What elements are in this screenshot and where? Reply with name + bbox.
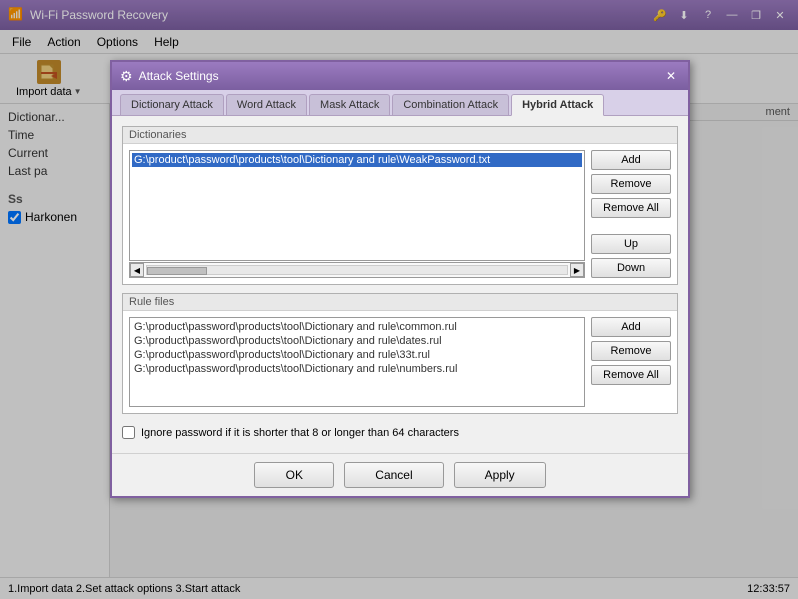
scroll-left-btn[interactable]: ◀: [130, 263, 144, 277]
dict-remove-btn[interactable]: Remove: [591, 174, 671, 194]
apply-btn[interactable]: Apply: [454, 462, 546, 488]
tab-hybrid-attack[interactable]: Hybrid Attack: [511, 94, 604, 116]
dictionaries-group: Dictionaries G:\product\password\product…: [122, 126, 678, 285]
dialog-title-bar: ⚙ Attack Settings ✕: [112, 62, 688, 90]
dict-remove-all-btn[interactable]: Remove All: [591, 198, 671, 218]
dialog-title: Attack Settings: [139, 69, 219, 83]
dialog-footer: OK Cancel Apply: [112, 453, 688, 496]
rule-files-group-content: G:\product\password\products\tool\Dictio…: [123, 311, 677, 413]
tab-combination-attack[interactable]: Combination Attack: [392, 94, 509, 115]
dialog-title-left: ⚙ Attack Settings: [120, 68, 219, 85]
dialog-icon: ⚙: [120, 68, 133, 85]
rule-add-btn[interactable]: Add: [591, 317, 671, 337]
tab-mask-attack[interactable]: Mask Attack: [309, 94, 390, 115]
dictionaries-group-title: Dictionaries: [123, 127, 677, 144]
attack-settings-dialog: ⚙ Attack Settings ✕ Dictionary Attack Wo…: [110, 60, 690, 498]
tabs-container: Dictionary Attack Word Attack Mask Attac…: [112, 90, 688, 116]
rule-files-list[interactable]: G:\product\password\products\tool\Dictio…: [129, 317, 585, 407]
ignore-password-row: Ignore password if it is shorter that 8 …: [122, 422, 678, 443]
dialog-content: Dictionaries G:\product\password\product…: [112, 116, 688, 453]
rule-item-0[interactable]: G:\product\password\products\tool\Dictio…: [132, 320, 582, 334]
dictionaries-group-content: G:\product\password\products\tool\Dictio…: [123, 144, 677, 284]
ignore-password-label: Ignore password if it is shorter that 8 …: [141, 427, 459, 439]
dict-side-buttons: Add Remove Remove All Up Down: [591, 150, 671, 278]
dictionaries-list[interactable]: G:\product\password\products\tool\Dictio…: [129, 150, 585, 261]
rule-files-group-title: Rule files: [123, 294, 677, 311]
dict-up-btn[interactable]: Up: [591, 234, 671, 254]
rule-item-2[interactable]: G:\product\password\products\tool\Dictio…: [132, 348, 582, 362]
dict-item-0[interactable]: G:\product\password\products\tool\Dictio…: [132, 153, 582, 167]
rule-remove-all-btn[interactable]: Remove All: [591, 365, 671, 385]
rule-item-3[interactable]: G:\product\password\products\tool\Dictio…: [132, 362, 582, 376]
ignore-password-checkbox[interactable]: [122, 426, 135, 439]
rule-files-group: Rule files G:\product\password\products\…: [122, 293, 678, 414]
tab-word-attack[interactable]: Word Attack: [226, 94, 307, 115]
dialog-close-btn[interactable]: ✕: [662, 68, 680, 84]
scroll-right-btn[interactable]: ▶: [570, 263, 584, 277]
dict-add-btn[interactable]: Add: [591, 150, 671, 170]
tab-dictionary-attack[interactable]: Dictionary Attack: [120, 94, 224, 115]
ok-btn[interactable]: OK: [254, 462, 334, 488]
rule-remove-btn[interactable]: Remove: [591, 341, 671, 361]
cancel-btn[interactable]: Cancel: [344, 462, 443, 488]
rule-item-1[interactable]: G:\product\password\products\tool\Dictio…: [132, 334, 582, 348]
dialog-overlay: ⚙ Attack Settings ✕ Dictionary Attack Wo…: [0, 0, 798, 599]
rule-side-buttons: Add Remove Remove All: [591, 317, 671, 407]
dict-down-btn[interactable]: Down: [591, 258, 671, 278]
